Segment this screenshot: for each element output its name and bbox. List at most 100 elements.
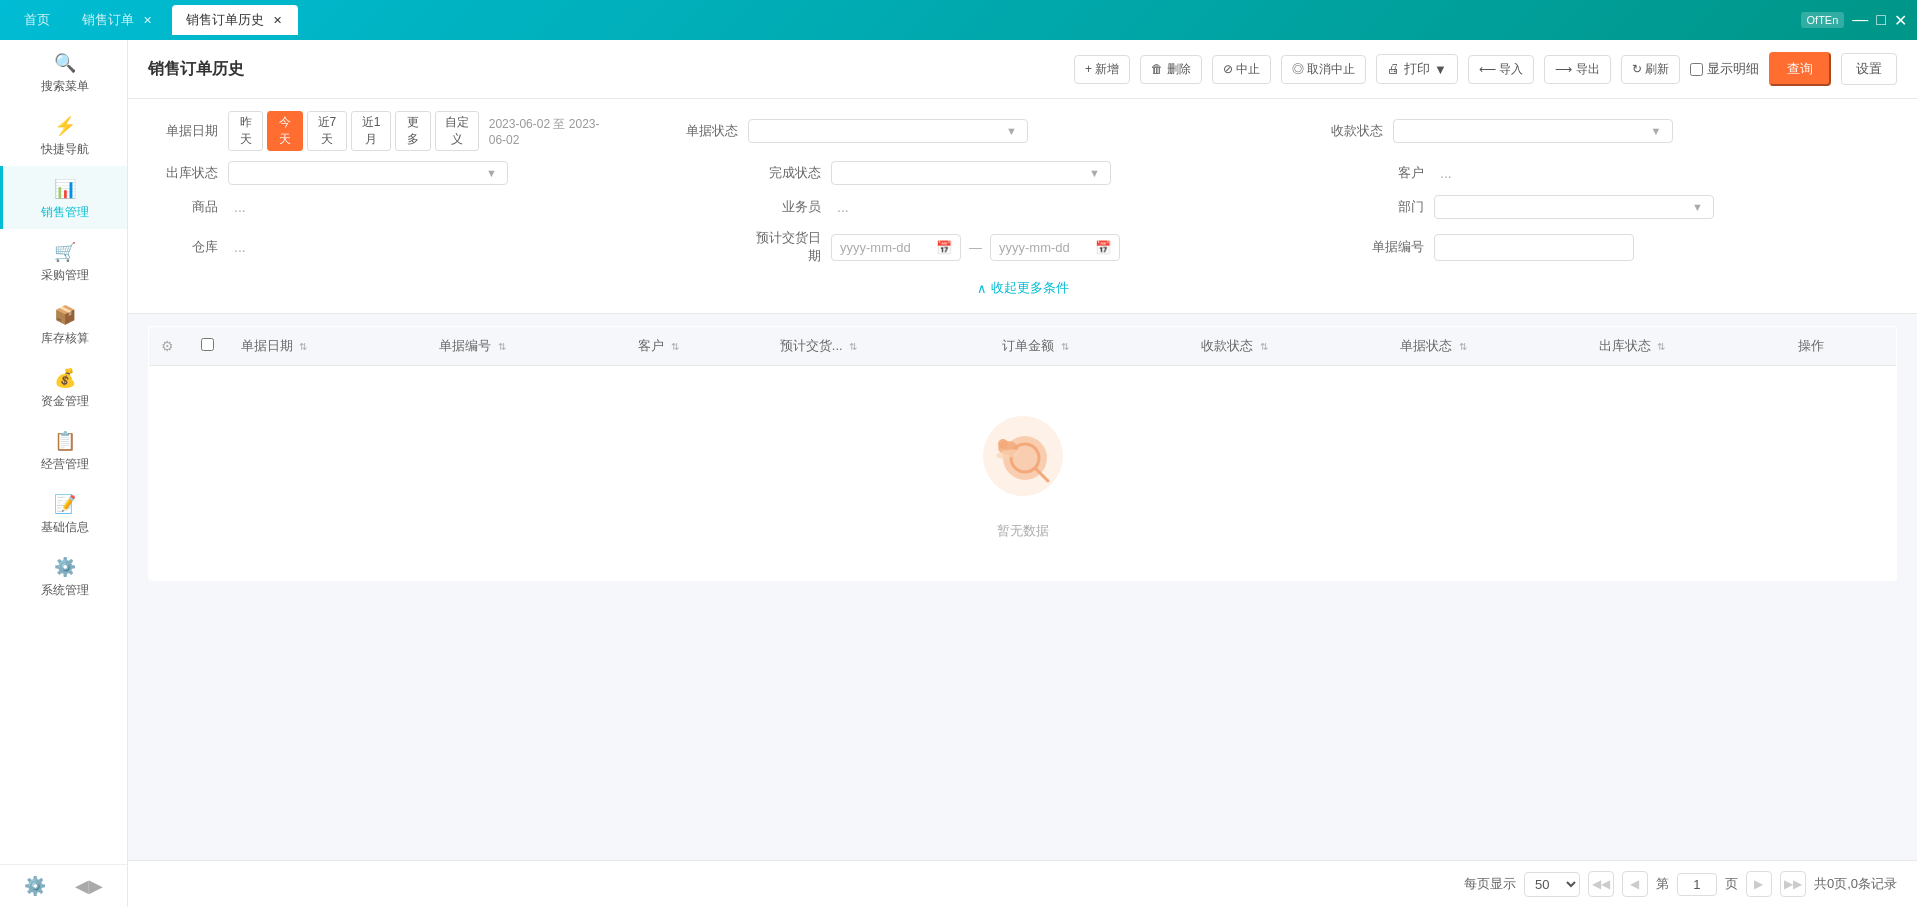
window-close-btn[interactable]: ✕ <box>1894 11 1907 30</box>
th-shipment-label: 出库状态 <box>1599 338 1651 353</box>
completion-status-select[interactable]: ▼ <box>831 161 1111 185</box>
customer-label: 客户 <box>1354 164 1434 182</box>
delivery-date-from[interactable]: yyyy-mm-dd 📅 <box>831 234 961 261</box>
th-amount[interactable]: 订单金额 ⇅ <box>990 327 1189 366</box>
first-page-btn[interactable]: ◀◀ <box>1588 871 1614 897</box>
show-detail-checkbox[interactable]: 显示明细 <box>1690 60 1759 78</box>
sidebar-item-funds-mgmt[interactable]: 💰 资金管理 <box>0 355 127 418</box>
th-number[interactable]: 单据编号 ⇅ <box>427 327 626 366</box>
date-separator: — <box>965 240 986 255</box>
th-delivery-sort-icon: ⇅ <box>849 341 857 352</box>
settings-button[interactable]: 设置 <box>1841 53 1897 85</box>
sidebar-bottom-settings-icon[interactable]: ⚙️ <box>24 875 46 897</box>
th-shipment[interactable]: 出库状态 ⇅ <box>1587 327 1786 366</box>
date-filter-label: 单据日期 <box>148 122 228 140</box>
sidebar-item-ops-mgmt[interactable]: 📋 经营管理 <box>0 418 127 481</box>
show-detail-input[interactable] <box>1690 63 1703 76</box>
department-select[interactable]: ▼ <box>1434 195 1714 219</box>
cancel-stop-button[interactable]: ◎ 取消中止 <box>1281 55 1366 84</box>
tab-sales-order-label: 销售订单 <box>82 11 134 29</box>
per-page-select[interactable]: 50 10 20 100 <box>1524 872 1580 897</box>
th-customer-label: 客户 <box>638 338 664 353</box>
payment-status-select[interactable]: ▼ <box>1393 119 1673 143</box>
tab-sales-order-close[interactable]: ✕ <box>140 13 154 27</box>
th-customer[interactable]: 客户 ⇅ <box>626 327 768 366</box>
th-bill-status-sort-icon: ⇅ <box>1459 341 1467 352</box>
print-button[interactable]: 🖨 打印 ▼ <box>1376 54 1458 84</box>
delete-button[interactable]: 🗑 删除 <box>1140 55 1201 84</box>
table-settings-icon[interactable]: ⚙ <box>161 338 174 354</box>
query-button[interactable]: 查询 <box>1769 52 1831 86</box>
table-area: ⚙ 单据日期 ⇅ 单据编号 ⇅ <box>128 314 1917 860</box>
sidebar-bottom-expand-icon[interactable]: ◀▶ <box>75 875 103 897</box>
export-button[interactable]: ⟶ 导出 <box>1544 55 1610 84</box>
import-button[interactable]: ⟵ 导入 <box>1468 55 1534 84</box>
search-menu-icon: 🔍 <box>54 52 76 74</box>
sidebar-item-search-menu[interactable]: 🔍 搜索菜单 <box>0 40 127 103</box>
customer-dots[interactable]: ... <box>1434 163 1458 183</box>
product-dots[interactable]: ... <box>228 197 252 217</box>
date-btn-today[interactable]: 昨天 <box>228 111 263 151</box>
th-settings: ⚙ <box>149 327 189 366</box>
th-payment-sort-icon: ⇅ <box>1260 341 1268 352</box>
warehouse-label: 仓库 <box>148 238 228 256</box>
window-min-btn[interactable]: — <box>1852 11 1868 29</box>
sidebar-item-quick-nav[interactable]: ⚡ 快捷导航 <box>0 103 127 166</box>
bill-status-label: 单据状态 <box>668 122 748 140</box>
th-bill-status[interactable]: 单据状态 ⇅ <box>1388 327 1587 366</box>
payment-status-arrow-icon: ▼ <box>1651 125 1662 137</box>
sidebar-item-sys-mgmt[interactable]: ⚙️ 系统管理 <box>0 544 127 607</box>
sidebar-item-basic-info[interactable]: 📝 基础信息 <box>0 481 127 544</box>
table-header-row: ⚙ 单据日期 ⇅ 单据编号 ⇅ <box>149 327 1897 366</box>
bill-status-select[interactable]: ▼ <box>748 119 1028 143</box>
collapse-more-btn[interactable]: ∧ 收起更多条件 <box>148 275 1897 301</box>
date-btn-3days[interactable]: 今天 <box>267 111 302 151</box>
empty-state-cell: 暂无数据 <box>149 366 1897 581</box>
stop-button[interactable]: ⊘ 中止 <box>1212 55 1271 84</box>
tab-sales-order-history-close[interactable]: ✕ <box>270 13 284 27</box>
th-date[interactable]: 单据日期 ⇅ <box>229 327 428 366</box>
date-btn-7days[interactable]: 近7天 <box>307 111 347 151</box>
tab-home[interactable]: 首页 <box>10 5 64 35</box>
sales-mgmt-icon: 📊 <box>54 178 76 200</box>
shipment-status-select[interactable]: ▼ <box>228 161 508 185</box>
tab-sales-order[interactable]: 销售订单 ✕ <box>68 5 168 35</box>
empty-row: 暂无数据 <box>149 366 1897 581</box>
th-number-sort-icon: ⇅ <box>498 341 506 352</box>
sidebar-item-quick-nav-label: 快捷导航 <box>41 141 89 158</box>
payment-status-label: 收款状态 <box>1313 122 1393 140</box>
new-button[interactable]: + 新增 <box>1074 55 1130 84</box>
bill-number-input[interactable] <box>1434 234 1634 261</box>
delivery-date-from-text: yyyy-mm-dd <box>840 240 911 255</box>
bill-status-control: ▼ <box>748 119 1253 143</box>
window-max-btn[interactable]: □ <box>1876 11 1886 29</box>
warehouse-dots[interactable]: ... <box>228 237 252 257</box>
sidebar-item-inventory-calc[interactable]: 📦 库存核算 <box>0 292 127 355</box>
date-btn-custom[interactable]: 自定义 <box>435 111 479 151</box>
next-page-btn[interactable]: ▶ <box>1746 871 1772 897</box>
page-number-input[interactable] <box>1677 873 1717 896</box>
filter-row-4: 仓库 ... 预计交货日期 yyyy-mm-dd 📅 — yyyy-mm-dd … <box>148 229 1897 265</box>
salesperson-dots[interactable]: ... <box>831 197 855 217</box>
th-payment-label: 收款状态 <box>1201 338 1253 353</box>
date-btn-1month[interactable]: 近1月 <box>351 111 391 151</box>
refresh-button[interactable]: ↻ 刷新 <box>1621 55 1680 84</box>
payment-status-control: ▼ <box>1393 119 1898 143</box>
page-header: 销售订单历史 + 新增 🗑 删除 ⊘ 中止 ◎ 取消中止 🖨 打印 ▼ ⟵ 导入… <box>128 40 1917 99</box>
tab-sales-order-history[interactable]: 销售订单历史 ✕ <box>172 5 298 35</box>
sidebar-item-sales-mgmt[interactable]: 📊 销售管理 <box>0 166 127 229</box>
last-page-btn[interactable]: ▶▶ <box>1780 871 1806 897</box>
th-actions: 操作 <box>1786 327 1897 366</box>
completion-status-arrow-icon: ▼ <box>1089 167 1100 179</box>
collapse-icon: ∧ <box>977 281 987 296</box>
sidebar-item-purchase-mgmt[interactable]: 🛒 采购管理 <box>0 229 127 292</box>
often-badge: OfTEn <box>1801 12 1845 28</box>
select-all-checkbox[interactable] <box>201 338 214 351</box>
date-btn-more[interactable]: 更多 <box>395 111 430 151</box>
delivery-date-to[interactable]: yyyy-mm-dd 📅 <box>990 234 1120 261</box>
prev-page-btn[interactable]: ◀ <box>1622 871 1648 897</box>
sidebar-item-sales-mgmt-label: 销售管理 <box>41 204 89 221</box>
department-arrow-icon: ▼ <box>1692 201 1703 213</box>
th-payment[interactable]: 收款状态 ⇅ <box>1189 327 1388 366</box>
th-delivery[interactable]: 预计交货... ⇅ <box>768 327 991 366</box>
